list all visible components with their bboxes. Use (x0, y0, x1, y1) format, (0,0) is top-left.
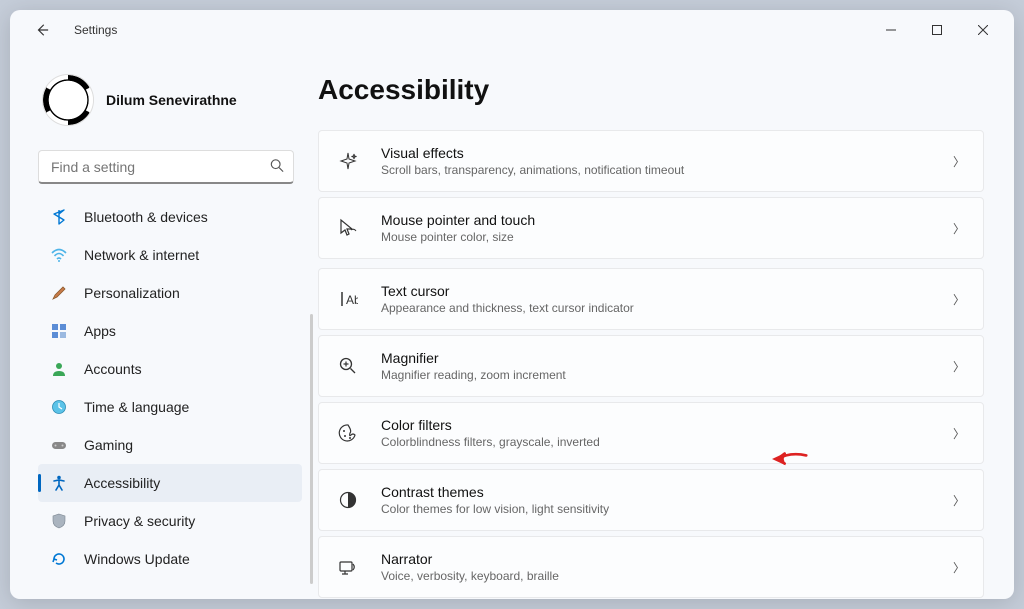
close-icon (978, 25, 988, 35)
page-title: Accessibility (318, 74, 984, 106)
sidebar-item-personalization[interactable]: Personalization (38, 274, 302, 312)
chevron-right-icon: 〉 (953, 492, 965, 509)
minimize-icon (886, 25, 896, 35)
card-desc: Mouse pointer color, size (381, 230, 931, 244)
sidebar-item-label: Time & language (84, 399, 189, 415)
card-color-filters[interactable]: Color filters Colorblindness filters, gr… (318, 402, 984, 464)
sidebar-item-accounts[interactable]: Accounts (38, 350, 302, 388)
avatar (42, 74, 94, 126)
sidebar-item-accessibility[interactable]: Accessibility (38, 464, 302, 502)
sidebar-item-label: Apps (84, 323, 116, 339)
wifi-icon (50, 246, 68, 264)
sidebar-item-time[interactable]: Time & language (38, 388, 302, 426)
contrast-icon (337, 489, 359, 511)
sidebar-item-label: Accessibility (84, 475, 160, 491)
sidebar-item-network[interactable]: Network & internet (38, 236, 302, 274)
card-narrator[interactable]: Narrator Voice, verbosity, keyboard, bra… (318, 536, 984, 598)
nav: Bluetooth & devices Network & internet P… (38, 198, 302, 587)
card-contrast-themes[interactable]: Contrast themes Color themes for low vis… (318, 469, 984, 531)
clock-icon (50, 398, 68, 416)
svg-text:Ab: Ab (346, 293, 358, 307)
card-desc: Appearance and thickness, text cursor in… (381, 301, 931, 315)
sidebar-item-bluetooth[interactable]: Bluetooth & devices (38, 198, 302, 236)
profile[interactable]: Dilum Senevirathne (38, 50, 302, 144)
chevron-right-icon: 〉 (953, 220, 965, 237)
chevron-right-icon: 〉 (953, 153, 965, 170)
card-desc: Magnifier reading, zoom increment (381, 368, 931, 382)
narrator-icon (337, 556, 359, 578)
palette-icon (337, 422, 359, 444)
chevron-right-icon: 〉 (953, 291, 965, 308)
card-visual-effects[interactable]: Visual effects Scroll bars, transparency… (318, 130, 984, 192)
card-magnifier[interactable]: Magnifier Magnifier reading, zoom increm… (318, 335, 984, 397)
profile-name: Dilum Senevirathne (106, 92, 237, 108)
sidebar: Dilum Senevirathne Bluetooth & devices N… (10, 50, 310, 599)
sidebar-item-update[interactable]: Windows Update (38, 540, 302, 578)
card-title: Contrast themes (381, 484, 931, 500)
sidebar-item-label: Accounts (84, 361, 142, 377)
maximize-button[interactable] (914, 14, 960, 46)
card-desc: Colorblindness filters, grayscale, inver… (381, 435, 931, 449)
card-title: Text cursor (381, 283, 931, 299)
sidebar-item-label: Windows Update (84, 551, 190, 567)
brush-icon (50, 284, 68, 302)
titlebar: Settings (10, 10, 1014, 50)
update-icon (50, 550, 68, 568)
accessibility-icon (50, 474, 68, 492)
card-desc: Scroll bars, transparency, animations, n… (381, 163, 931, 177)
sidebar-item-label: Personalization (84, 285, 180, 301)
minimize-button[interactable] (868, 14, 914, 46)
card-desc: Color themes for low vision, light sensi… (381, 502, 931, 516)
card-title: Color filters (381, 417, 931, 433)
back-arrow-icon (35, 23, 49, 37)
section-indicator (310, 314, 313, 584)
window-controls (868, 14, 1006, 46)
chevron-right-icon: 〉 (953, 425, 965, 442)
sidebar-item-apps[interactable]: Apps (38, 312, 302, 350)
card-title: Narrator (381, 551, 931, 567)
sidebar-item-label: Bluetooth & devices (84, 209, 208, 225)
search-box (38, 150, 294, 184)
magnify-icon (337, 355, 359, 377)
window-body: Dilum Senevirathne Bluetooth & devices N… (10, 50, 1014, 599)
sidebar-item-gaming[interactable]: Gaming (38, 426, 302, 464)
shield-icon (50, 512, 68, 530)
back-button[interactable] (26, 14, 58, 46)
content: Accessibility Visual effects Scroll bars… (310, 50, 1014, 599)
close-button[interactable] (960, 14, 1006, 46)
window-title: Settings (74, 23, 117, 37)
card-desc: Voice, verbosity, keyboard, braille (381, 569, 931, 583)
card-mouse-pointer[interactable]: Mouse pointer and touch Mouse pointer co… (318, 197, 984, 259)
sidebar-item-privacy[interactable]: Privacy & security (38, 502, 302, 540)
card-title: Mouse pointer and touch (381, 212, 931, 228)
apps-icon (50, 322, 68, 340)
card-text-cursor[interactable]: Ab Text cursor Appearance and thickness,… (318, 268, 984, 330)
search-icon (270, 159, 284, 176)
sidebar-item-label: Gaming (84, 437, 133, 453)
text-cursor-icon: Ab (337, 288, 359, 310)
cursor-icon (337, 217, 359, 239)
maximize-icon (932, 25, 942, 35)
gamepad-icon (50, 436, 68, 454)
bluetooth-icon (50, 208, 68, 226)
card-title: Magnifier (381, 350, 931, 366)
settings-window: Settings Dilum Senevirathne (10, 10, 1014, 599)
chevron-right-icon: 〉 (953, 559, 965, 576)
card-title: Visual effects (381, 145, 931, 161)
sidebar-item-label: Network & internet (84, 247, 199, 263)
sparkle-icon (337, 150, 359, 172)
sidebar-item-label: Privacy & security (84, 513, 195, 529)
chevron-right-icon: 〉 (953, 358, 965, 375)
search-input[interactable] (38, 150, 294, 184)
person-icon (50, 360, 68, 378)
